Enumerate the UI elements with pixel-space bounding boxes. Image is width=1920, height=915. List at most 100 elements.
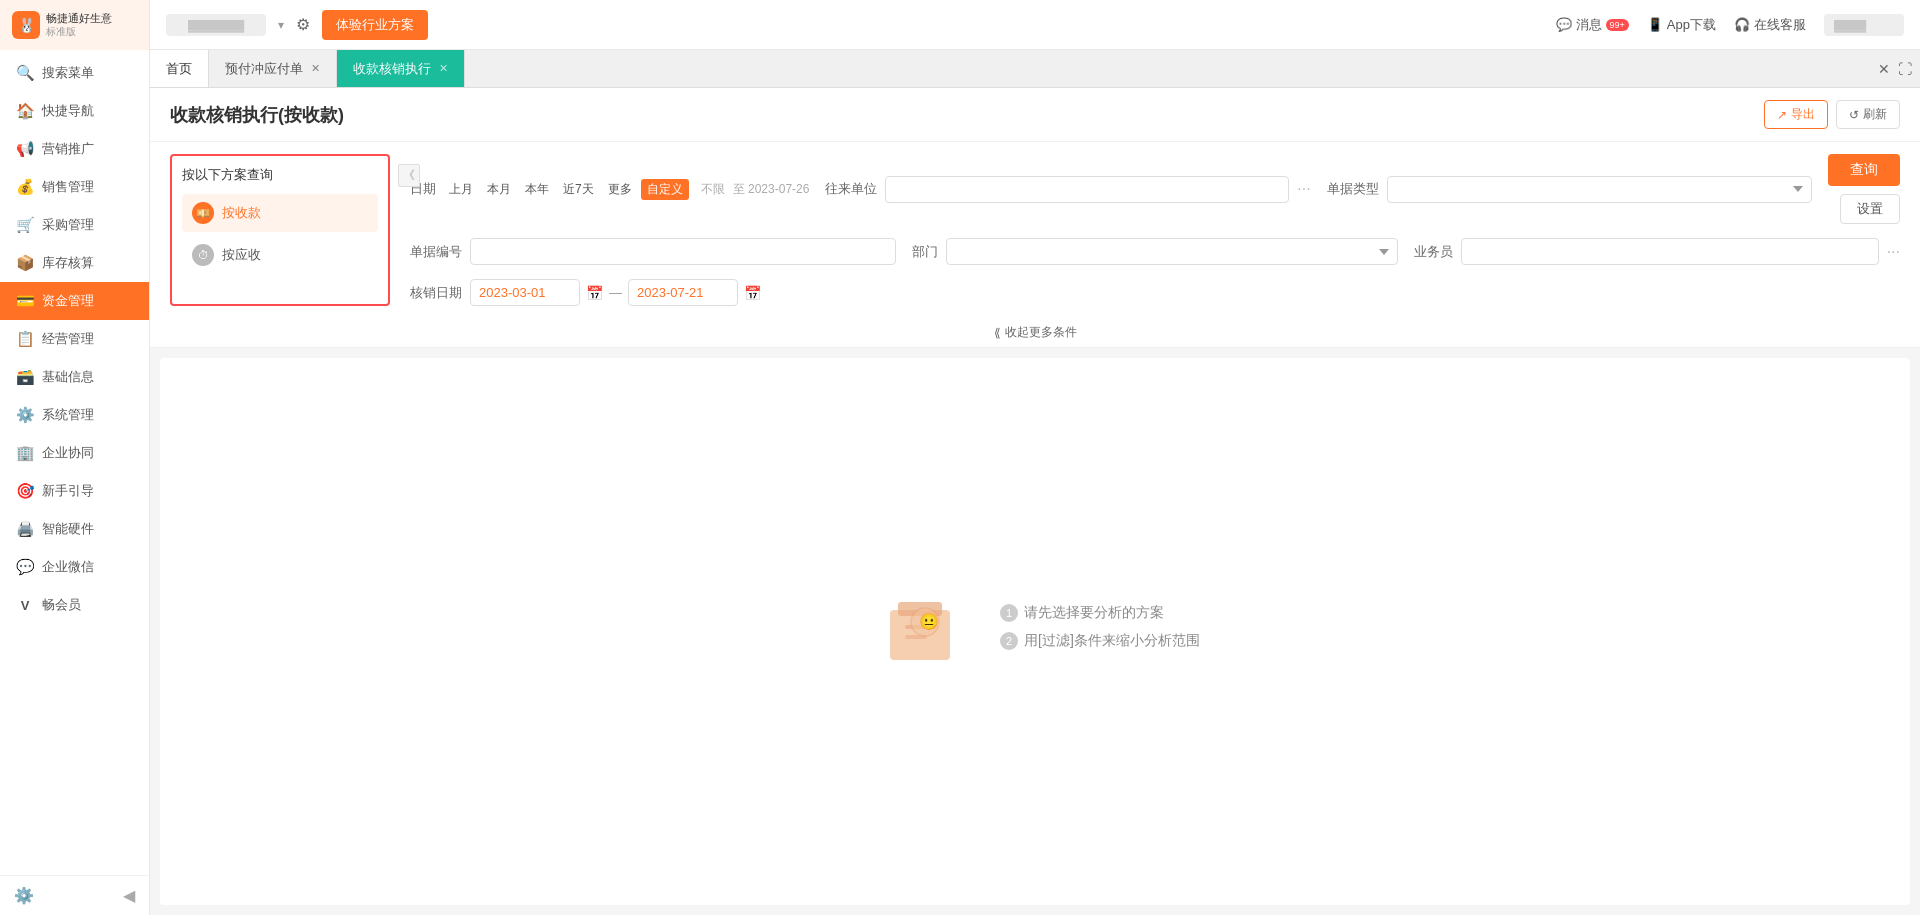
sidebar-item-purchase[interactable]: 🛒 采购管理: [0, 206, 149, 244]
setting-button[interactable]: 设置: [1840, 194, 1900, 224]
sidebar-item-system[interactable]: ⚙️ 系统管理: [0, 396, 149, 434]
export-button[interactable]: ↗ 导出: [1764, 100, 1828, 129]
verify-date-end-input[interactable]: [628, 279, 738, 306]
step2-num: 2: [1000, 632, 1018, 650]
this-month-btn[interactable]: 本月: [482, 178, 516, 201]
sidebar-item-search[interactable]: 🔍 搜索菜单: [0, 54, 149, 92]
doc-no-input[interactable]: [470, 238, 896, 265]
salesman-more-icon[interactable]: ···: [1887, 243, 1900, 261]
refresh-button[interactable]: ↺ 刷新: [1836, 100, 1900, 129]
marketing-icon: 📢: [16, 140, 34, 158]
collapse-panel-btn[interactable]: 《: [398, 164, 420, 187]
sidebar-item-collab[interactable]: 🏢 企业协同: [0, 434, 149, 472]
app-download-button[interactable]: 📱 App下载: [1647, 16, 1716, 34]
close-tab-btn[interactable]: ✕: [1878, 61, 1890, 77]
verify-date-separator: —: [609, 285, 622, 300]
hardware-icon: 🖨️: [16, 520, 34, 538]
verify-date-start-input[interactable]: [470, 279, 580, 306]
empty-state: 😐 1 请先选择要分析的方案 2 用[过滤]条件来缩小分析范围: [160, 358, 1910, 905]
tab-receipt-verify[interactable]: 收款核销执行 ✕: [337, 50, 465, 87]
salesman-label: 业务员: [1414, 243, 1453, 261]
search-icon: 🔍: [16, 64, 34, 82]
topbar-right: 💬 消息 99+ 📱 App下载 🎧 在线客服 ▓▓▓▓: [1556, 14, 1904, 36]
collapse-more-area: ⟪ 收起更多条件: [150, 318, 1920, 348]
filter-row-1: 日期 上月 本月 本年 近7天 更多 自定义 不限 至 2023-07-26: [410, 154, 1900, 224]
inventory-icon: 📦: [16, 254, 34, 272]
verify-end-calendar-icon[interactable]: 📅: [744, 285, 761, 301]
management-icon: 📋: [16, 330, 34, 348]
query-by-receivable[interactable]: ⏱ 按应收: [182, 236, 378, 274]
tab-home[interactable]: 首页: [150, 50, 209, 87]
filter-row-3: 核销日期 📅 — 📅: [410, 279, 1900, 306]
refresh-icon: ↺: [1849, 108, 1859, 122]
dept-field: 部门: [912, 238, 1398, 265]
message-badge: 99+: [1606, 19, 1629, 31]
query-by-receipt[interactable]: 💴 按收款: [182, 194, 378, 232]
doc-no-label: 单据编号: [410, 243, 462, 261]
doc-type-select[interactable]: [1387, 176, 1812, 203]
system-icon: ⚙️: [16, 406, 34, 424]
home-icon: 🏠: [16, 102, 34, 120]
page-header-actions: ↗ 导出 ↺ 刷新: [1764, 100, 1900, 141]
sidebar-item-finance[interactable]: 💳 资金管理: [0, 282, 149, 320]
salesman-field: 业务员 ···: [1414, 238, 1900, 265]
expand-tab-btn[interactable]: ⛶: [1898, 61, 1912, 77]
this-year-btn[interactable]: 本年: [520, 178, 554, 201]
topbar: ▓▓▓▓▓▓▓ ▾ ⚙ 体验行业方案 💬 消息 99+ 📱 App下载 🎧 在线…: [150, 0, 1920, 50]
query-button[interactable]: 查询: [1828, 154, 1900, 186]
verify-date-range: 📅 — 📅: [470, 279, 761, 306]
doc-type-field: 单据类型: [1327, 176, 1812, 203]
query-panel: 按以下方案查询 💴 按收款 ⏱ 按应收: [170, 154, 390, 306]
empty-illustration: 😐: [870, 580, 970, 683]
sidebar-item-wechat[interactable]: 💬 企业微信: [0, 548, 149, 586]
settings-footer-icon[interactable]: ⚙️: [14, 886, 34, 905]
sidebar-item-hardware[interactable]: 🖨️ 智能硬件: [0, 510, 149, 548]
tab-prepay[interactable]: 预付冲应付单 ✕: [209, 50, 337, 87]
collapse-sidebar-btn[interactable]: ◀: [123, 886, 135, 905]
settings-icon[interactable]: ⚙: [296, 15, 310, 34]
sidebar: 🐰 畅捷通好生意 标准版 🔍 搜索菜单 🏠 快捷导航 📢 营销推广 💰 销售管理…: [0, 0, 150, 915]
last-month-btn[interactable]: 上月: [444, 178, 478, 201]
sidebar-item-member[interactable]: V 畅会员: [0, 586, 149, 624]
last-7days-btn[interactable]: 近7天: [558, 178, 599, 201]
custom-date-btn[interactable]: 自定义: [641, 179, 689, 200]
sidebar-item-guide[interactable]: 🎯 新手引导: [0, 472, 149, 510]
sidebar-item-quicknav[interactable]: 🏠 快捷导航: [0, 92, 149, 130]
main-area: ▓▓▓▓▓▓▓ ▾ ⚙ 体验行业方案 💬 消息 99+ 📱 App下载 🎧 在线…: [150, 0, 1920, 915]
more-date-btn[interactable]: 更多: [603, 178, 637, 201]
receipt-option-icon: 💴: [192, 202, 214, 224]
sidebar-item-management[interactable]: 📋 经营管理: [0, 320, 149, 358]
sidebar-item-inventory[interactable]: 📦 库存核算: [0, 244, 149, 282]
sidebar-item-basic[interactable]: 🗃️ 基础信息: [0, 358, 149, 396]
close-prepay-tab-icon[interactable]: ✕: [311, 62, 320, 75]
brand-chevron-icon[interactable]: ▾: [278, 18, 284, 32]
content-area: 收款核销执行(按收款) ↗ 导出 ↺ 刷新 按以下方案查询 💴 按收款: [150, 88, 1920, 915]
guide-icon: 🎯: [16, 482, 34, 500]
dept-label: 部门: [912, 243, 938, 261]
sidebar-nav: 🔍 搜索菜单 🏠 快捷导航 📢 营销推广 💰 销售管理 🛒 采购管理 📦 库存核…: [0, 50, 149, 875]
counterpart-more-icon[interactable]: ···: [1297, 180, 1310, 198]
date-shortcuts: 上月 本月 本年 近7天 更多 自定义: [444, 178, 689, 201]
wechat-icon: 💬: [16, 558, 34, 576]
collab-icon: 🏢: [16, 444, 34, 462]
salesman-input[interactable]: [1461, 238, 1879, 265]
date-field: 日期 上月 本月 本年 近7天 更多 自定义 不限 至 2023-07-26: [410, 178, 809, 201]
counterpart-input[interactable]: [885, 176, 1289, 203]
sidebar-item-marketing[interactable]: 📢 营销推广: [0, 130, 149, 168]
sales-icon: 💰: [16, 178, 34, 196]
date-range-to: 至 2023-07-26: [733, 181, 810, 198]
basic-icon: 🗃️: [16, 368, 34, 386]
collapse-up-icon: ⟪: [994, 326, 1001, 340]
tab-bar: 首页 预付冲应付单 ✕ 收款核销执行 ✕ ✕ ⛶: [150, 50, 1920, 88]
collapse-more-btn[interactable]: ⟪ 收起更多条件: [994, 324, 1077, 341]
verify-date-label: 核销日期: [410, 284, 462, 302]
close-receipt-tab-icon[interactable]: ✕: [439, 62, 448, 75]
user-info[interactable]: ▓▓▓▓: [1824, 14, 1904, 36]
verify-start-calendar-icon[interactable]: 📅: [586, 285, 603, 301]
dept-select[interactable]: [946, 238, 1398, 265]
sidebar-item-sales[interactable]: 💰 销售管理: [0, 168, 149, 206]
messages-button[interactable]: 💬 消息 99+: [1556, 16, 1629, 34]
service-icon: 🎧: [1734, 17, 1750, 32]
solution-button[interactable]: 体验行业方案: [322, 10, 428, 40]
online-service-button[interactable]: 🎧 在线客服: [1734, 16, 1806, 34]
